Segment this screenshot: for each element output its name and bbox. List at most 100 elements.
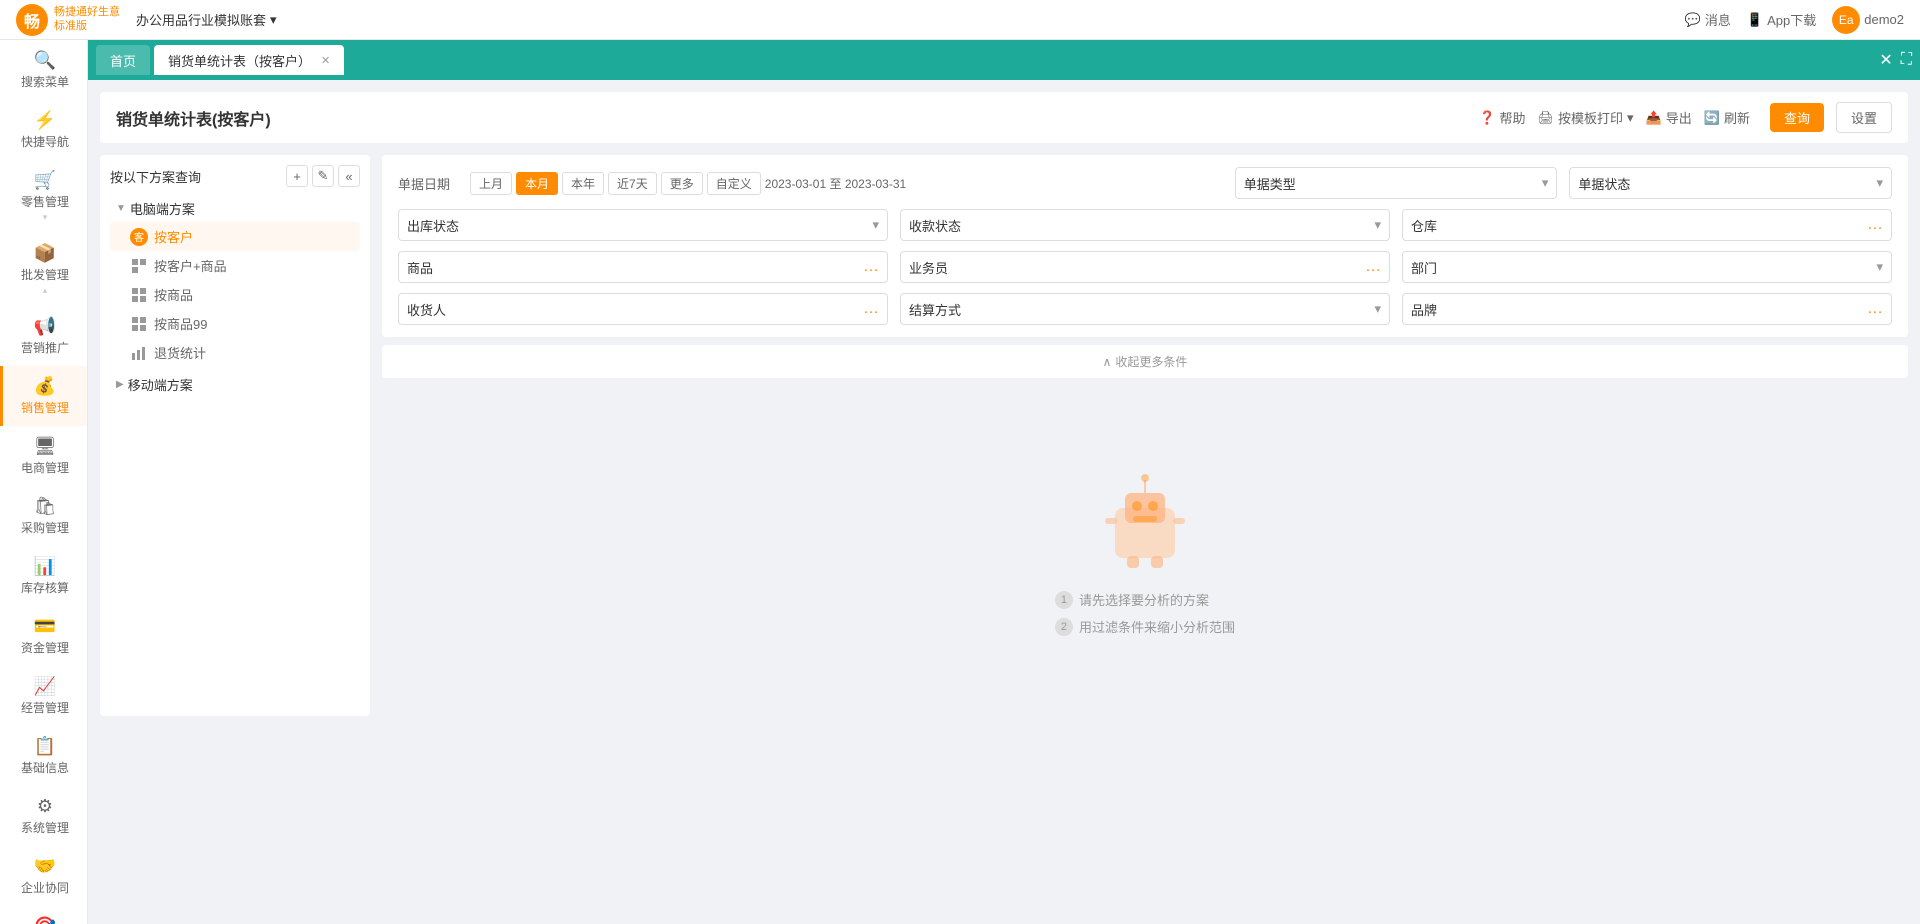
sidebar-item-ecommerce[interactable]: 🖥 电商管理 (0, 426, 87, 486)
sales-icon: 💰 (34, 376, 56, 397)
tab-close-icon[interactable]: ✕ (321, 54, 330, 67)
scheme-item-by-customer[interactable]: 客 按客户 (110, 222, 360, 251)
pay-status-label: 收款状态 (909, 216, 1368, 235)
message-action[interactable]: 💬 消息 (1685, 10, 1731, 29)
left-panel: 按以下方案查询 + ✎ « ▼ 电脑端方案 (100, 155, 370, 716)
empty-tip-1: 1 请先选择要分析的方案 (1055, 590, 1235, 609)
help-button[interactable]: ❓ 帮助 (1479, 108, 1525, 127)
sidebar-item-sales[interactable]: 💰 销售管理 (0, 366, 87, 426)
brand-field[interactable]: 品牌 … (1402, 293, 1892, 325)
pay-status-field[interactable]: 收款状态 ▾ (900, 209, 1390, 241)
this-year-btn[interactable]: 本年 (562, 172, 604, 195)
sidebar-item-marketing[interactable]: 📢 营销推广 (0, 306, 87, 366)
enterprise-icon: 🤝 (34, 856, 56, 877)
scheme-item-by-goods[interactable]: 按商品 (110, 280, 360, 309)
sidebar-item-operations[interactable]: 📈 经营管理 (0, 666, 87, 726)
sidebar-item-label: 快捷导航 (21, 133, 69, 150)
last7-btn[interactable]: 近7天 (608, 172, 657, 195)
user-action[interactable]: Ea demo2 (1832, 6, 1904, 34)
left-panel-header: 按以下方案查询 + ✎ « (110, 165, 360, 187)
this-month-btn[interactable]: 本月 (516, 172, 558, 195)
doc-type-field[interactable]: 单据类型 ▾ (1235, 167, 1558, 199)
last-month-btn[interactable]: 上月 (470, 172, 512, 195)
sidebar-item-label: 基础信息 (21, 759, 69, 776)
salesperson-field[interactable]: 业务员 … (900, 251, 1390, 283)
sidebar-item-wholesale[interactable]: 📦 批发管理 ▴ (0, 233, 87, 306)
custom-date-btn[interactable]: 自定义 (707, 172, 761, 195)
tip-num-2: 2 (1055, 618, 1073, 636)
filter-row-2: 出库状态 ▾ 收款状态 ▾ 仓库 … (398, 209, 1892, 241)
warehouse-dots[interactable]: … (1867, 216, 1883, 234)
sidebar-item-retail[interactable]: 🛒 零售管理 ▾ (0, 160, 87, 233)
query-button[interactable]: 查询 (1770, 103, 1824, 132)
consignee-label: 收货人 (407, 300, 857, 319)
tab-sales-stat[interactable]: 销货单统计表（按客户） ✕ (154, 45, 344, 75)
sidebar-item-finance[interactable]: 💳 资金管理 (0, 606, 87, 666)
empty-tip-2: 2 用过滤条件来缩小分析范围 (1055, 617, 1235, 636)
tab-home[interactable]: 首页 (96, 45, 150, 75)
export-button[interactable]: 📤 导出 (1646, 108, 1692, 127)
arrow-icon: ▾ (43, 212, 48, 223)
add-scheme-button[interactable]: + (286, 165, 308, 187)
collapse-panel-button[interactable]: « (338, 165, 360, 187)
top-bar-left: 畅 畅捷通好生意 标准版 办公用品行业模拟账套 ▾ (16, 4, 285, 36)
doc-type-label: 单据类型 (1244, 174, 1536, 193)
newbie-icon: 🎯 (34, 916, 56, 924)
warehouse-field[interactable]: 仓库 … (1402, 209, 1892, 241)
edit-scheme-button[interactable]: ✎ (312, 165, 334, 187)
desktop-group-header[interactable]: ▼ 电脑端方案 (110, 195, 360, 222)
tab-close-btn[interactable]: ✕ (1879, 50, 1892, 70)
collapse-label: 收起更多条件 (1115, 353, 1187, 370)
sidebar-item-label: 销售管理 (21, 399, 69, 416)
wholesale-icon: 📦 (34, 243, 56, 264)
salesperson-dots[interactable]: … (1365, 258, 1381, 276)
brand-label: 品牌 (1411, 300, 1861, 319)
collapse-bar[interactable]: ∧ 收起更多条件 (382, 345, 1908, 378)
brand-dots[interactable]: … (1867, 300, 1883, 318)
sidebar-item-search[interactable]: 🔍 搜索菜单 (0, 40, 87, 100)
download-action[interactable]: 📱 App下载 (1747, 10, 1816, 29)
out-status-field[interactable]: 出库状态 ▾ (398, 209, 888, 241)
consignee-field[interactable]: 收货人 … (398, 293, 888, 325)
scheme-item-by-customer-goods[interactable]: 按客户+商品 (110, 251, 360, 280)
goods-field[interactable]: 商品 … (398, 251, 888, 283)
doc-status-field[interactable]: 单据状态 ▾ (1569, 167, 1892, 199)
sidebar-item-label: 电商管理 (21, 459, 69, 476)
scheme-icon-by-customer: 客 (130, 228, 148, 246)
sidebar-item-inventory[interactable]: 📊 库存核算 (0, 546, 87, 606)
system-icon: ⚙ (37, 796, 53, 817)
print-button[interactable]: 🖨 按模板打印 ▾ (1538, 108, 1634, 127)
app-selector[interactable]: 办公用品行业模拟账套 ▾ (128, 6, 285, 33)
refresh-button[interactable]: 🔄 刷新 (1704, 108, 1750, 127)
sidebar-item-shortcuts[interactable]: ⚡ 快捷导航 (0, 100, 87, 160)
consignee-dots[interactable]: … (863, 300, 879, 318)
sidebar-item-newbie[interactable]: 🎯 新手引导 (0, 906, 87, 924)
settlement-field[interactable]: 结算方式 ▾ (900, 293, 1390, 325)
goods-dots[interactable]: … (863, 258, 879, 276)
dept-label: 部门 (1411, 258, 1870, 277)
sidebar-item-system[interactable]: ⚙ 系统管理 (0, 786, 87, 846)
filter-row-3: 商品 … 业务员 … 部门 ▾ (398, 251, 1892, 283)
scheme-tree-mobile: ▶ 移动端方案 (110, 371, 360, 398)
chevron-down-icon: ▾ (270, 12, 277, 28)
sidebar-item-purchase[interactable]: 🛍 采购管理 (0, 486, 87, 546)
settings-button[interactable]: 设置 (1836, 102, 1892, 133)
inner-layout: 按以下方案查询 + ✎ « ▼ 电脑端方案 (100, 155, 1908, 716)
sidebar-item-label: 经营管理 (21, 699, 69, 716)
scheme-item-return-stat[interactable]: 退货统计 (110, 338, 360, 367)
main-layout: 🔍 搜索菜单 ⚡ 快捷导航 🛒 零售管理 ▾ 📦 批发管理 ▴ 📢 营销推广 💰… (0, 40, 1920, 924)
tab-maximize-btn[interactable]: ⛶ (1901, 50, 1912, 70)
scheme-item-by-goods-99[interactable]: 按商品99 (110, 309, 360, 338)
dept-field[interactable]: 部门 ▾ (1402, 251, 1892, 283)
sidebar-item-enterprise[interactable]: 🤝 企业协同 (0, 846, 87, 906)
sidebar-item-label: 营销推广 (21, 339, 69, 356)
scheme-item-label: 按客户+商品 (154, 256, 227, 275)
doc-status-arrow-icon: ▾ (1876, 175, 1883, 191)
more-date-btn[interactable]: 更多 (661, 172, 703, 195)
print-icon: 🖨 (1538, 110, 1555, 126)
sidebar-item-basic[interactable]: 📋 基础信息 (0, 726, 87, 786)
purchase-icon: 🛍 (34, 496, 57, 517)
filter-row-4: 收货人 … 结算方式 ▾ 品牌 … (398, 293, 1892, 325)
doc-status-label: 单据状态 (1578, 174, 1870, 193)
mobile-group-header[interactable]: ▶ 移动端方案 (110, 371, 360, 398)
